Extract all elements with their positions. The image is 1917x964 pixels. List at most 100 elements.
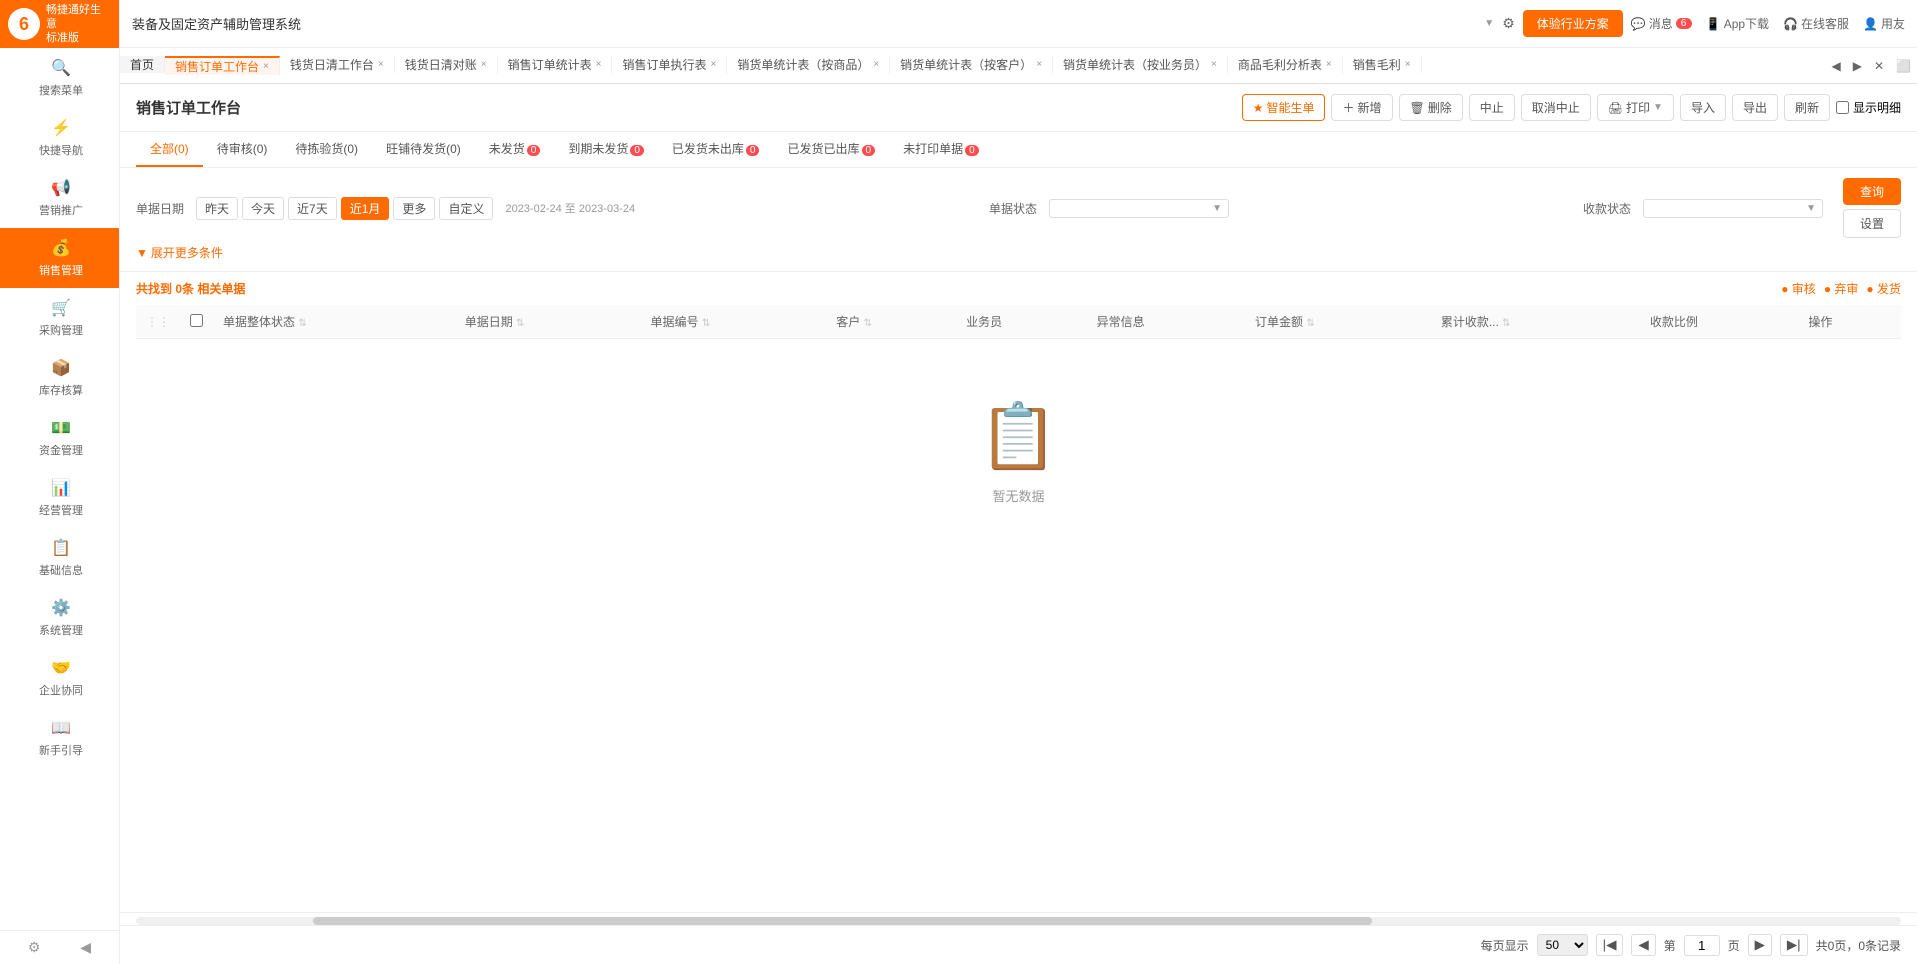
tab-6[interactable]: 销货单统计表（按商品）×	[727, 56, 890, 73]
status-select-icon: ▼	[1212, 203, 1222, 214]
sidebar-item-operation[interactable]: 📊经营管理	[0, 468, 119, 528]
sidebar-item-basic[interactable]: 📋基础信息	[0, 528, 119, 588]
tab-7[interactable]: 销货单统计表（按客户）×	[890, 56, 1053, 73]
industry-plan-button[interactable]: 体验行业方案	[1523, 10, 1623, 37]
tab-close-6[interactable]: ×	[873, 59, 879, 70]
select-all-checkbox[interactable]	[190, 314, 203, 327]
expand-more-button[interactable]: ▼ 展开更多条件	[136, 244, 1901, 261]
tab-close-5[interactable]: ×	[710, 59, 716, 70]
next-page-button[interactable]: ▶	[1748, 934, 1772, 956]
tab-close-4[interactable]: ×	[596, 59, 602, 70]
topbar-dropdown-icon[interactable]: ▼	[1484, 18, 1494, 29]
sidebar-item-inventory[interactable]: 📦库存核算	[0, 348, 119, 408]
sub-tab-4[interactable]: 未发货0	[475, 132, 555, 167]
sub-tab-3[interactable]: 旺铺待发货(0)	[372, 132, 475, 167]
nav-icon-purchase: 🛒	[51, 298, 71, 318]
tab-close-8[interactable]: ×	[1211, 59, 1217, 70]
tab-scroll-right-button[interactable]: ▶	[1847, 55, 1868, 77]
add-button[interactable]: ＋ 新增	[1331, 94, 1392, 121]
tab-close-3[interactable]: ×	[481, 59, 487, 70]
date-btn-今天[interactable]: 今天	[242, 197, 284, 220]
message-link[interactable]: 💬 消息 6	[1631, 15, 1692, 32]
tab-close-2[interactable]: ×	[378, 59, 384, 70]
sub-tab-2[interactable]: 待拣验货(0)	[281, 132, 372, 167]
date-btn-更多[interactable]: 更多	[393, 197, 435, 220]
show-detail-checkbox[interactable]	[1836, 101, 1849, 114]
export-button[interactable]: 导出	[1732, 94, 1778, 121]
refresh-button[interactable]: 刷新	[1784, 94, 1830, 121]
sub-tab-6[interactable]: 已发货未出库0	[658, 132, 774, 167]
import-button[interactable]: 导入	[1680, 94, 1726, 121]
ai-generate-button[interactable]: ★ 智能生单	[1242, 94, 1326, 121]
first-page-button[interactable]: |◀	[1596, 934, 1624, 956]
tab-4[interactable]: 销售订单统计表×	[498, 56, 613, 73]
sub-tab-0[interactable]: 全部(0)	[136, 132, 203, 167]
sub-tab-label-5: 到期未发货	[568, 142, 628, 156]
horizontal-scrollbar[interactable]	[136, 917, 1901, 925]
set-button[interactable]: 设置	[1843, 209, 1901, 238]
collapse-icon[interactable]: ◀	[80, 939, 91, 956]
col-number: 单据编号 ⇅	[640, 305, 826, 339]
scrollbar-thumb[interactable]	[313, 917, 1372, 925]
sidebar-item-search[interactable]: 🔍搜索菜单	[0, 48, 119, 108]
tab-1[interactable]: 销售订单工作台 ×	[165, 56, 280, 75]
tab-close-10[interactable]: ×	[1405, 59, 1411, 70]
date-btn-近1月[interactable]: 近1月	[341, 197, 390, 220]
app-download-link[interactable]: 📱 App下载	[1706, 15, 1769, 32]
date-btn-近7天[interactable]: 近7天	[288, 197, 337, 220]
topbar-settings-icon[interactable]: ⚙	[1502, 15, 1515, 32]
approve-button[interactable]: ● 审核	[1781, 280, 1816, 297]
tab-maximize-button[interactable]: ⬜	[1890, 55, 1917, 77]
tab-close-button[interactable]: ✕	[1868, 55, 1890, 77]
tab-3[interactable]: 钱货日清对账×	[395, 56, 498, 73]
online-service-link[interactable]: 🎧 在线客服	[1783, 15, 1849, 32]
print-button[interactable]: 🖨 打印 ▼	[1597, 94, 1674, 121]
sub-tab-badge-4: 0	[527, 145, 541, 156]
sub-tab-7[interactable]: 已发货已出库0	[773, 132, 889, 167]
settings-bottom-icon[interactable]: ⚙	[28, 939, 41, 956]
tab-10[interactable]: 销售毛利×	[1343, 56, 1422, 73]
sidebar-item-marketing[interactable]: 📢营销推广	[0, 168, 119, 228]
sidebar-item-guide[interactable]: 📖新手引导	[0, 708, 119, 768]
tab-close-1[interactable]: ×	[263, 61, 269, 72]
sidebar-item-purchase[interactable]: 🛒采购管理	[0, 288, 119, 348]
cancel-stop-button[interactable]: 取消中止	[1521, 94, 1591, 121]
nav-label-inventory: 库存核算	[39, 382, 83, 398]
tab-close-7[interactable]: ×	[1036, 59, 1042, 70]
date-btn-昨天[interactable]: 昨天	[196, 197, 238, 220]
payment-filter-select[interactable]: ▼	[1643, 199, 1823, 218]
status-filter-select[interactable]: ▼	[1049, 199, 1229, 218]
query-button[interactable]: 查询	[1843, 178, 1901, 205]
sub-tab-5[interactable]: 到期未发货0	[554, 132, 658, 167]
sub-tab-1[interactable]: 待审核(0)	[203, 132, 282, 167]
ship-button[interactable]: ● 发货	[1866, 280, 1901, 297]
tab-close-9[interactable]: ×	[1326, 59, 1332, 70]
sub-tab-8[interactable]: 未打印单据0	[889, 132, 993, 167]
sidebar-item-finance[interactable]: 💵资金管理	[0, 408, 119, 468]
ai-btn-label: 智能生单	[1266, 99, 1314, 116]
stop-button[interactable]: 中止	[1469, 94, 1515, 121]
sidebar-item-sales[interactable]: 💰销售管理	[0, 228, 119, 288]
per-page-select[interactable]: 50 10 20 100	[1537, 934, 1588, 956]
last-page-button[interactable]: ▶|	[1780, 934, 1808, 956]
user-menu[interactable]: 👤 用友	[1863, 15, 1905, 32]
tab-scroll-left-button[interactable]: ◀	[1826, 55, 1847, 77]
col-action: 操作	[1798, 305, 1901, 339]
tab-0[interactable]: 首页	[120, 56, 165, 73]
tab-8[interactable]: 销货单统计表（按业务员）×	[1053, 56, 1228, 73]
tab-5[interactable]: 销售订单执行表×	[612, 56, 727, 73]
page-input[interactable]	[1684, 935, 1720, 956]
date-btn-自定义[interactable]: 自定义	[439, 197, 493, 220]
show-detail-checkbox-label[interactable]: 显示明细	[1836, 99, 1901, 116]
prev-page-button[interactable]: ◀	[1631, 934, 1655, 956]
sidebar-item-system[interactable]: ⚙️系统管理	[0, 588, 119, 648]
tab-2[interactable]: 钱货日清工作台×	[280, 56, 395, 73]
sub-tab-label-4: 未发货	[489, 142, 525, 156]
col-amount: 订单金额 ⇅	[1245, 305, 1431, 339]
tab-9[interactable]: 商品毛利分析表×	[1228, 56, 1343, 73]
delete-button[interactable]: 🗑 删除	[1399, 94, 1463, 121]
sidebar-item-cooperation[interactable]: 🤝企业协同	[0, 648, 119, 708]
tab-label-1: 销售订单工作台	[175, 58, 259, 75]
reject-button[interactable]: ● 弃审	[1824, 280, 1859, 297]
sidebar-item-quick[interactable]: ⚡快捷导航	[0, 108, 119, 168]
